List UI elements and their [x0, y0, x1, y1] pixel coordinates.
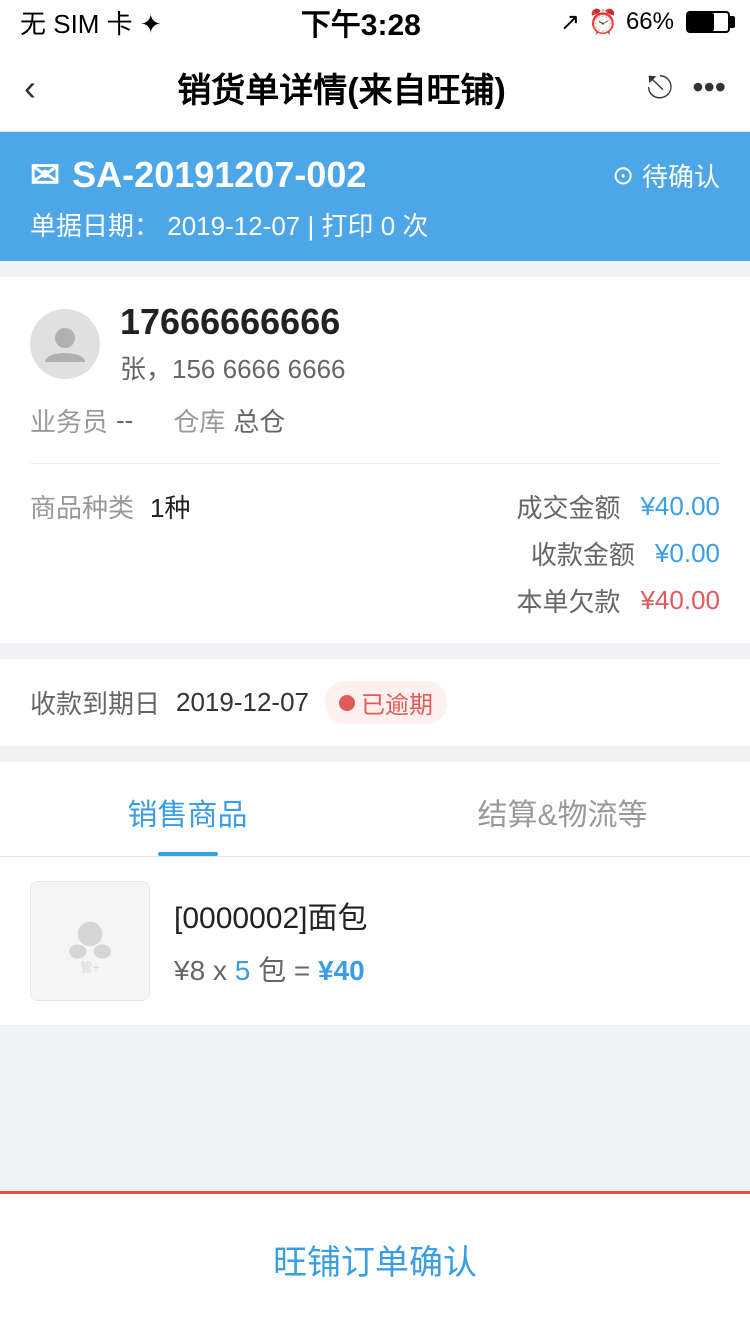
svg-text:管+: 管+ [80, 960, 99, 975]
owing-row: 本单欠款 ¥40.00 [516, 582, 720, 619]
share-icon[interactable]: ⎋ [647, 69, 672, 107]
product-unit: 包 [258, 955, 286, 986]
status-left: 无 SIM 卡 ✦ [20, 4, 162, 41]
bottom-bar: 旺铺订单确认 [0, 1191, 750, 1334]
status-label: 待确认 [642, 157, 720, 194]
sales-info: 业务员 -- [30, 402, 133, 439]
order-envelope-icon: ✉ [30, 154, 60, 196]
product-total: ¥40 [318, 955, 365, 986]
avatar-icon [41, 320, 89, 368]
tab-sales-products[interactable]: 销售商品 [0, 762, 375, 856]
confirm-order-button[interactable]: 旺铺订单确认 [30, 1214, 720, 1304]
owing-value: ¥40.00 [640, 585, 720, 616]
overdue-dot-icon [339, 695, 355, 711]
product-thumbnail: 管+ [30, 881, 150, 1001]
more-icon[interactable]: ••• [692, 69, 726, 106]
received-row: 收款金额 ¥0.00 [531, 535, 720, 572]
order-status: ⊙ 待确认 [612, 157, 720, 194]
battery-percent: 66% [626, 8, 674, 36]
amount-label: 成交金额 [516, 488, 620, 525]
product-image-icon: 管+ [55, 906, 125, 976]
order-banner: ✉ SA-20191207-002 ⊙ 待确认 单据日期： 2019-12-07… [0, 132, 750, 261]
tab-settlement-logistics[interactable]: 结算&物流等 [375, 762, 750, 856]
customer-meta: 业务员 -- 仓库 总仓 [30, 402, 720, 439]
summary-right: 成交金额 ¥40.00 收款金额 ¥0.00 本单欠款 ¥40.00 [516, 488, 720, 619]
product-info: [0000002]面包 ¥8 x 5 包 = ¥40 [174, 893, 720, 989]
print-count: 0 [381, 211, 395, 241]
customer-top: 17666666666 张，156 6666 6666 [30, 301, 720, 386]
order-id: ✉ SA-20191207-002 [30, 154, 366, 196]
warehouse-info: 仓库 总仓 [173, 402, 285, 439]
print-separator: | 打印 [307, 211, 380, 241]
customer-name-phone: 张，156 6666 6666 [120, 349, 346, 386]
status-bar: 无 SIM 卡 ✦ 下午3:28 ↗ ⏰ 66% [0, 0, 750, 44]
summary-content: 商品种类 1种 成交金额 ¥40.00 收款金额 ¥0.00 本单欠款 ¥40.… [0, 464, 750, 643]
summary-left: 商品种类 1种 [30, 488, 190, 525]
product-qty: 5 [235, 955, 251, 986]
warehouse-value: 总仓 [233, 402, 285, 439]
overdue-label: 收款到期日 [30, 684, 160, 721]
category-label: 商品种类 [30, 488, 134, 525]
overdue-badge: 已逾期 [325, 681, 447, 724]
print-unit: 次 [402, 211, 428, 241]
customer-phone: 17666666666 [120, 301, 346, 343]
customer-section: 17666666666 张，156 6666 6666 业务员 -- 仓库 总仓 [0, 277, 750, 463]
overdue-date: 2019-12-07 [176, 687, 309, 718]
nav-bar: ‹ 销货单详情(来自旺铺) ⎋ ••• [0, 44, 750, 132]
location-icon: ↗ [560, 8, 580, 37]
product-item: 管+ [0000002]面包 ¥8 x 5 包 = ¥40 [0, 857, 750, 1025]
order-date-row: 单据日期： 2019-12-07 | 打印 0 次 [30, 206, 720, 243]
overdue-text: 已逾期 [361, 685, 433, 720]
product-section: 管+ [0000002]面包 ¥8 x 5 包 = ¥40 [0, 857, 750, 1025]
sales-label: 业务员 [30, 402, 108, 439]
page-title: 销货单详情(来自旺铺) [177, 63, 506, 112]
sales-value: -- [116, 405, 133, 436]
overdue-section: 收款到期日 2019-12-07 已逾期 [0, 659, 750, 746]
product-price: ¥8 [174, 955, 205, 986]
amount-row: 成交金额 ¥40.00 [516, 488, 720, 525]
category-value: 1种 [150, 488, 190, 525]
warehouse-label: 仓库 [173, 402, 225, 439]
clock-icon: ⊙ [612, 160, 634, 191]
nav-actions: ⎋ ••• [647, 69, 726, 107]
battery-icon [686, 11, 730, 33]
back-button[interactable]: ‹ [24, 67, 36, 109]
owing-label: 本单欠款 [516, 582, 620, 619]
product-calculation: ¥8 x 5 包 = ¥40 [174, 949, 720, 989]
tabs-bar: 销售商品 结算&物流等 [0, 762, 750, 857]
status-time: 下午3:28 [301, 0, 421, 44]
product-name: [0000002]面包 [174, 893, 720, 937]
date-label: 单据日期： [30, 211, 160, 241]
order-date: 2019-12-07 [167, 211, 300, 241]
avatar [30, 309, 100, 379]
alarm-icon: ⏰ [588, 8, 618, 37]
received-value: ¥0.00 [655, 538, 720, 569]
amount-value: ¥40.00 [640, 491, 720, 522]
status-right: ↗ ⏰ 66% [560, 8, 730, 37]
summary-section: 商品种类 1种 成交金额 ¥40.00 收款金额 ¥0.00 本单欠款 ¥40.… [0, 463, 750, 643]
received-label: 收款金额 [531, 535, 635, 572]
